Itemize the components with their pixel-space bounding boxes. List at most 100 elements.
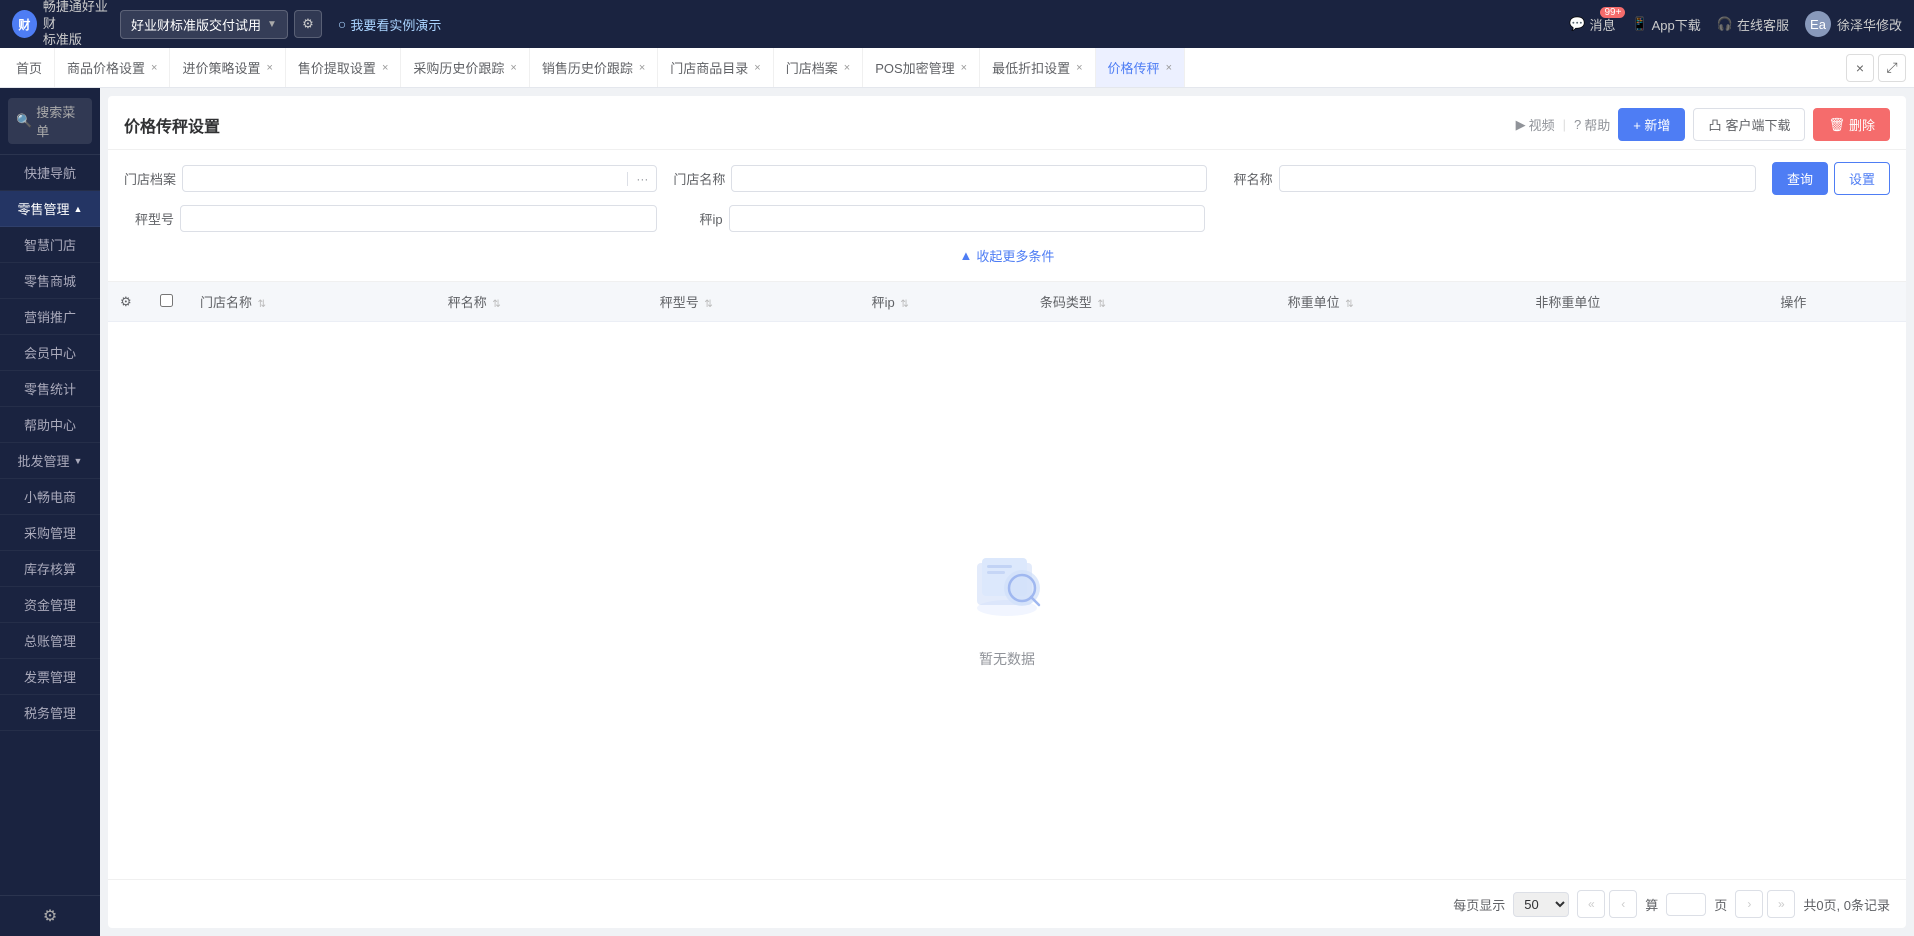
tab-close-price-scale[interactable]: ×	[1166, 62, 1172, 74]
page-header: 价格传秤设置 ▶ 视频 | ? 帮助 + 新增 凸 客户端下载	[108, 96, 1906, 150]
tab-bar: 首页 商品价格设置 × 进价策略设置 × 售价提取设置 × 采购历史价跟踪 × …	[0, 48, 1914, 88]
sidebar-item-small-ecom[interactable]: 小畅电商	[0, 479, 100, 515]
delete-button[interactable]: 🗑 删除	[1813, 108, 1890, 141]
download-client-button[interactable]: 凸 客户端下载	[1693, 108, 1805, 141]
sidebar-item-tax[interactable]: 税务管理	[0, 695, 100, 731]
chevron-down-icon: ▼	[74, 456, 83, 466]
tab-close-goods-price[interactable]: ×	[151, 62, 157, 74]
user-menu-button[interactable]: Ea 徐泽华修改	[1805, 11, 1902, 37]
sidebar-item-wholesale[interactable]: 批发管理 ▼	[0, 443, 100, 479]
demo-link[interactable]: 我要看实例演示	[338, 15, 441, 34]
content-area: 价格传秤设置 ▶ 视频 | ? 帮助 + 新增 凸 客户端下载	[100, 88, 1914, 936]
store-name-input[interactable]	[731, 165, 1206, 192]
sidebar-item-member-center[interactable]: 会员中心	[0, 335, 100, 371]
video-link[interactable]: ▶ 视频	[1516, 115, 1555, 134]
th-store-name[interactable]: 门店名称 ⇅	[188, 282, 436, 322]
store-profile-input[interactable]	[183, 166, 627, 191]
sidebar-item-finance[interactable]: 资金管理	[0, 587, 100, 623]
tab-sale-price[interactable]: 售价提取设置 ×	[286, 48, 401, 88]
last-page-button[interactable]: »	[1767, 890, 1795, 918]
collapse-button[interactable]: ▲ 收起更多条件	[124, 242, 1890, 269]
query-button[interactable]: 查询	[1772, 162, 1828, 195]
tab-goods-price[interactable]: 商品价格设置 ×	[55, 48, 170, 88]
tab-price-scale[interactable]: 价格传秤 ×	[1096, 48, 1185, 88]
tab-close-pos-manage[interactable]: ×	[961, 62, 967, 74]
filter-store-name: 门店名称	[673, 165, 1206, 192]
scale-ip-input[interactable]	[729, 205, 1206, 232]
chevron-up-icon: ▲	[74, 204, 83, 214]
th-scale-model[interactable]: 秤型号 ⇅	[648, 282, 860, 322]
page-nav: « ‹ 算 1 页 › »	[1577, 890, 1795, 918]
messages-button[interactable]: 💬 消息 99+	[1569, 15, 1615, 34]
top-bar: 财 畅捷通好业财 标准版 好业财标准版交付试用 ▼ ⚙ 我要看实例演示 💬 消息…	[0, 0, 1914, 48]
tab-close-min-discount[interactable]: ×	[1076, 62, 1082, 74]
help-icon: ?	[1574, 117, 1581, 132]
scale-model-input[interactable]	[180, 205, 657, 232]
tab-store-catalog[interactable]: 门店商品目录 ×	[658, 48, 773, 88]
th-operation: 操作	[1768, 282, 1906, 322]
message-icon: 💬	[1569, 16, 1585, 32]
tab-purchase-strategy[interactable]: 进价策略设置 ×	[170, 48, 285, 88]
version-selector[interactable]: 好业财标准版交付试用 ▼	[120, 10, 288, 39]
tab-close-sale-history[interactable]: ×	[639, 62, 645, 74]
sidebar-item-inventory[interactable]: 库存核算	[0, 551, 100, 587]
online-service-button[interactable]: 🎧 在线客服	[1717, 15, 1789, 34]
tab-purchase-history[interactable]: 采购历史价跟踪 ×	[401, 48, 529, 88]
tab-close-store-profile[interactable]: ×	[844, 62, 850, 74]
tab-close-sale-price[interactable]: ×	[382, 62, 388, 74]
sidebar: 🔍 搜索菜单 快捷导航 零售管理 ▲ 智慧门店 零售商城 营销推广 会员中心 零…	[0, 88, 100, 936]
sidebar-quick-nav[interactable]: 快捷导航	[0, 155, 100, 191]
sidebar-item-retail-manage[interactable]: 零售管理 ▲	[0, 191, 100, 227]
sidebar-item-purchase-mgmt[interactable]: 采购管理	[0, 515, 100, 551]
sidebar-item-smart-store[interactable]: 智慧门店	[0, 227, 100, 263]
scale-name-input[interactable]	[1279, 165, 1756, 192]
store-profile-more-button[interactable]: ···	[627, 172, 656, 186]
tab-pos-manage[interactable]: POS加密管理 ×	[863, 48, 980, 88]
settings-button[interactable]: 设置	[1834, 162, 1890, 195]
th-scale-name[interactable]: 秤名称 ⇅	[436, 282, 648, 322]
sidebar-item-retail-stats[interactable]: 零售统计	[0, 371, 100, 407]
tab-close-store-catalog[interactable]: ×	[754, 62, 760, 74]
empty-text: 暂无数据	[979, 649, 1035, 669]
store-profile-input-wrapper: ···	[182, 165, 657, 192]
tab-expand-button[interactable]: ⤢	[1878, 54, 1906, 82]
tab-store-profile[interactable]: 门店档案 ×	[774, 48, 863, 88]
page-input[interactable]: 1	[1666, 893, 1706, 916]
help-link[interactable]: ? 帮助	[1574, 115, 1610, 134]
first-page-button[interactable]: «	[1577, 890, 1605, 918]
filter-form: 门店档案 ··· 门店名称 秤名称	[108, 150, 1906, 282]
avatar: Ea	[1805, 11, 1831, 37]
tab-min-discount[interactable]: 最低折扣设置 ×	[980, 48, 1095, 88]
headset-icon: 🎧	[1717, 16, 1733, 32]
app-download-button[interactable]: 📱 App下载	[1631, 15, 1700, 34]
add-button[interactable]: + 新增	[1618, 108, 1685, 141]
th-weight-unit[interactable]: 称重单位 ⇅	[1276, 282, 1524, 322]
sidebar-settings-button[interactable]: ⚙	[10, 906, 90, 926]
tab-home[interactable]: 首页	[4, 48, 55, 88]
select-all-checkbox[interactable]	[160, 294, 173, 307]
table-area: ⚙ 门店名称 ⇅ 秤名称 ⇅	[108, 282, 1906, 879]
th-barcode-type[interactable]: 条码类型 ⇅	[1028, 282, 1276, 322]
sidebar-item-general-ledger[interactable]: 总账管理	[0, 623, 100, 659]
sidebar-item-marketing[interactable]: 营销推广	[0, 299, 100, 335]
th-scale-ip[interactable]: 秤ip ⇅	[860, 282, 1028, 322]
tab-close-purchase-history[interactable]: ×	[510, 62, 516, 74]
empty-state: 暂无数据	[108, 322, 1906, 879]
sidebar-item-invoice[interactable]: 发票管理	[0, 659, 100, 695]
logo-icon: 财	[12, 10, 37, 38]
per-page-select[interactable]: 10 20 50 100	[1513, 892, 1569, 917]
sidebar-item-retail-mall[interactable]: 零售商城	[0, 263, 100, 299]
tab-close-all-button[interactable]: ×	[1846, 54, 1874, 82]
sidebar-item-help-center[interactable]: 帮助中心	[0, 407, 100, 443]
tab-close-purchase-strategy[interactable]: ×	[266, 62, 272, 74]
th-checkbox[interactable]	[148, 282, 188, 322]
logo-area: 财 畅捷通好业财 标准版	[12, 0, 112, 49]
settings-gear-button[interactable]: ⚙	[294, 10, 322, 38]
prev-page-button[interactable]: ‹	[1609, 890, 1637, 918]
search-menu-input[interactable]: 🔍 搜索菜单	[8, 98, 92, 144]
chevron-up-icon: ▲	[960, 248, 973, 263]
tab-sale-history[interactable]: 销售历史价跟踪 ×	[530, 48, 658, 88]
th-gear[interactable]: ⚙	[108, 282, 148, 322]
sidebar-search[interactable]: 🔍 搜索菜单	[0, 88, 100, 155]
next-page-button[interactable]: ›	[1735, 890, 1763, 918]
